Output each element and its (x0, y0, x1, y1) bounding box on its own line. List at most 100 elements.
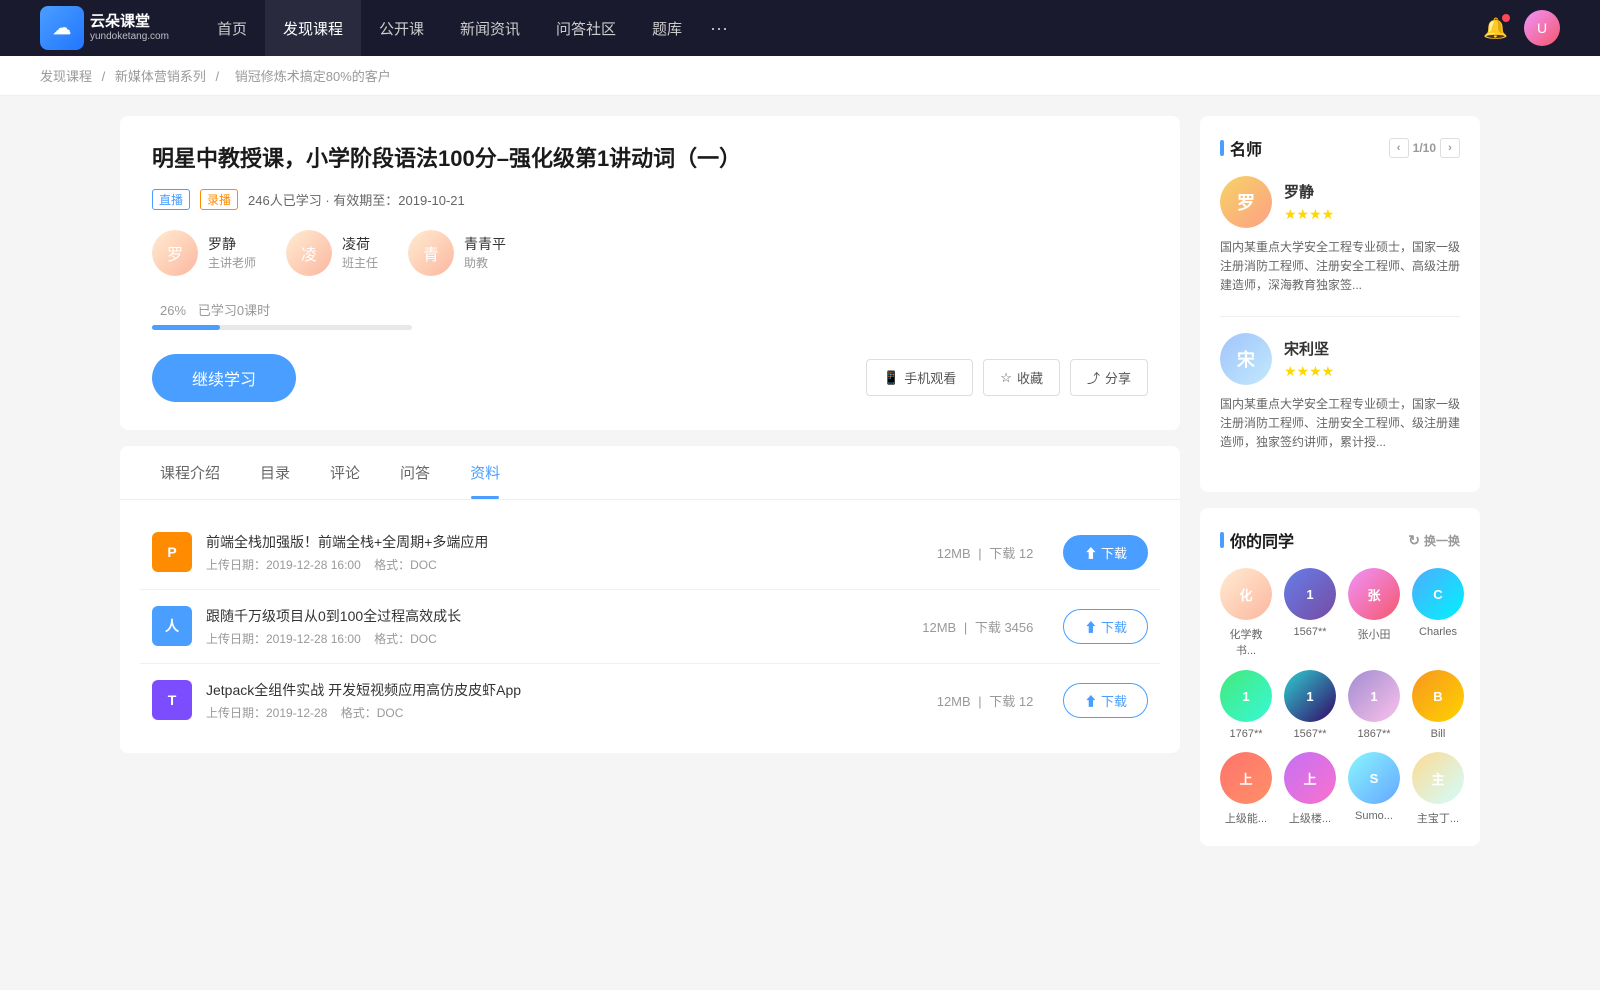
teacher-name: 凌荷 (342, 234, 378, 254)
download-button[interactable]: ⬆ 下载 (1063, 683, 1148, 718)
tab-content: P 前端全栈加强版！前端全栈+全周期+多端应用 上传日期：2019-12-28 … (120, 500, 1180, 753)
classmate-item[interactable]: C Charles (1412, 568, 1464, 658)
resource-item: P 前端全栈加强版！前端全栈+全周期+多端应用 上传日期：2019-12-28 … (140, 516, 1160, 590)
teacher-sidebar-name: 宋利坚 (1284, 338, 1334, 359)
classmate-avatar: B (1412, 670, 1464, 722)
nav-item-题库[interactable]: 题库 (634, 0, 700, 56)
classmate-item[interactable]: 1 1567** (1284, 568, 1336, 658)
classmate-name: 1767** (1229, 728, 1262, 740)
teacher-stars: ★★★★ (1284, 206, 1334, 223)
teacher-avatar: 罗 (152, 230, 198, 276)
teacher-item: 凌 凌荷 班主任 (286, 230, 378, 276)
teacher-info: 青青平 助教 (464, 234, 506, 271)
classmate-name: 化学教书... (1220, 626, 1272, 658)
continue-button[interactable]: 继续学习 (152, 354, 296, 402)
classmates-refresh[interactable]: ↻ 换一换 (1408, 532, 1460, 549)
star-icon: ☆ (1000, 370, 1012, 386)
classmate-name: 1567** (1293, 728, 1326, 740)
classmate-item[interactable]: S Sumo... (1348, 752, 1400, 826)
classmate-item[interactable]: 上 上级楼... (1284, 752, 1336, 826)
mobile-icon: 📱 (883, 370, 899, 386)
navbar-right: 🔔 U (1483, 10, 1560, 46)
resource-meta: 上传日期：2019-12-28 16:00 格式：DOC (206, 630, 892, 647)
tabs-bar: 课程介绍目录评论问答资料 (120, 446, 1180, 500)
nav-more[interactable]: ··· (700, 18, 738, 39)
teacher-avatar: 凌 (286, 230, 332, 276)
classmate-item[interactable]: B Bill (1412, 670, 1464, 740)
resource-info: 跟随千万级项目从0到100全过程高效成长 上传日期：2019-12-28 16:… (206, 606, 892, 647)
classmate-item[interactable]: 1 1767** (1220, 670, 1272, 740)
bell-icon[interactable]: 🔔 (1483, 16, 1508, 41)
nav-item-公开课[interactable]: 公开课 (361, 0, 442, 56)
classmate-avatar: 1 (1284, 568, 1336, 620)
user-avatar-nav[interactable]: U (1524, 10, 1560, 46)
teacher-sidebar-info: 宋利坚 ★★★★ (1284, 338, 1334, 380)
mobile-watch-button[interactable]: 📱 手机观看 (866, 359, 973, 396)
classmate-avatar: 1 (1284, 670, 1336, 722)
nav-items: 首页发现课程公开课新闻资讯问答社区题库 (199, 0, 700, 56)
refresh-icon: ↻ (1408, 532, 1420, 549)
logo-icon: ☁ (40, 6, 84, 50)
teacher-sidebar-info: 罗静 ★★★★ (1284, 181, 1334, 223)
navbar: ☁ 云朵课堂 yundoketang.com 首页发现课程公开课新闻资讯问答社区… (0, 0, 1600, 56)
teachers-sidebar-list: 罗 罗静 ★★★★ 国内某重点大学安全工程专业硕士，国家一级注册消防工程师、注册… (1220, 176, 1460, 452)
tab-目录[interactable]: 目录 (240, 446, 310, 499)
classmate-name: 上级能... (1225, 810, 1267, 826)
breadcrumb-current: 销冠修炼术搞定80%的客户 (235, 69, 391, 84)
classmate-item[interactable]: 张 张小田 (1348, 568, 1400, 658)
classmate-item[interactable]: 主 主宝丁... (1412, 752, 1464, 826)
resource-meta: 上传日期：2019-12-28 格式：DOC (206, 704, 907, 721)
tab-资料[interactable]: 资料 (450, 446, 520, 499)
tab-课程介绍[interactable]: 课程介绍 (140, 446, 240, 499)
breadcrumb-link-2[interactable]: 新媒体营销系列 (115, 69, 206, 84)
prev-page-btn[interactable]: ‹ (1389, 138, 1409, 158)
classmate-item[interactable]: 化 化学教书... (1220, 568, 1272, 658)
classmates-title: 你的同学 ↻ 换一换 (1220, 528, 1460, 552)
collect-button[interactable]: ☆ 收藏 (983, 359, 1060, 396)
classmate-item[interactable]: 1 1567** (1284, 670, 1336, 740)
teacher-stars: ★★★★ (1284, 363, 1334, 380)
resource-icon: P (152, 532, 192, 572)
classmate-avatar: 1 (1348, 670, 1400, 722)
download-button[interactable]: ⬆ 下载 (1063, 535, 1148, 570)
tab-评论[interactable]: 评论 (310, 446, 380, 499)
breadcrumb: 发现课程 / 新媒体营销系列 / 销冠修炼术搞定80%的客户 (0, 56, 1600, 96)
teacher-item: 青 青青平 助教 (408, 230, 506, 276)
nav-item-新闻资讯[interactable]: 新闻资讯 (442, 0, 538, 56)
download-button[interactable]: ⬆ 下载 (1063, 609, 1148, 644)
share-icon: ⤴ (1087, 368, 1100, 387)
teachers-sidebar-title: 名师 ‹ 1/10 › (1220, 136, 1460, 160)
teacher-role: 主讲老师 (208, 254, 256, 271)
resource-stats: 12MB | 下载 12 (937, 691, 1034, 710)
resource-name: Jetpack全组件实战 开发短视频应用高仿皮皮虾App (206, 680, 907, 700)
breadcrumb-link-1[interactable]: 发现课程 (40, 69, 92, 84)
resource-stats: 12MB | 下载 3456 (922, 617, 1033, 636)
course-title: 明星中教授课，小学阶段语法100分–强化级第1讲动词（一） (152, 144, 1148, 175)
resource-meta: 上传日期：2019-12-28 16:00 格式：DOC (206, 556, 907, 573)
teacher-name: 罗静 (208, 234, 256, 254)
bell-dot (1502, 14, 1510, 22)
resource-name: 前端全栈加强版！前端全栈+全周期+多端应用 (206, 532, 907, 552)
teacher-sidebar-item: 宋 宋利坚 ★★★★ 国内某重点大学安全工程专业硕士，国家一级注册消防工程师、注… (1220, 333, 1460, 453)
teacher-sidebar-avatar: 罗 (1220, 176, 1272, 228)
classmate-avatar: 化 (1220, 568, 1272, 620)
classmate-name: 张小田 (1358, 626, 1391, 642)
next-page-btn[interactable]: › (1440, 138, 1460, 158)
teachers-pagination: ‹ 1/10 › (1389, 138, 1460, 158)
teacher-avatar: 青 (408, 230, 454, 276)
teacher-separator (1220, 316, 1460, 317)
nav-item-发现课程[interactable]: 发现课程 (265, 0, 361, 56)
progress-label: 26% 已学习0课时 (152, 300, 1148, 319)
progress-section: 26% 已学习0课时 (152, 300, 1148, 330)
classmate-item[interactable]: 1 1867** (1348, 670, 1400, 740)
teachers-sidebar-card: 名师 ‹ 1/10 › 罗 罗静 ★★★★ 国内某重点大学安全工程专业硕士，国家… (1200, 116, 1480, 492)
nav-item-问答社区[interactable]: 问答社区 (538, 0, 634, 56)
resource-icon: T (152, 680, 192, 720)
teacher-desc: 国内某重点大学安全工程专业硕士，国家一级注册消防工程师、注册安全工程师、级注册建… (1220, 395, 1460, 453)
teacher-role: 班主任 (342, 254, 378, 271)
tab-问答[interactable]: 问答 (380, 446, 450, 499)
classmate-item[interactable]: 上 上级能... (1220, 752, 1272, 826)
logo[interactable]: ☁ 云朵课堂 yundoketang.com (40, 6, 169, 50)
share-button[interactable]: ⤴ 分享 (1070, 359, 1148, 396)
nav-item-首页[interactable]: 首页 (199, 0, 265, 56)
